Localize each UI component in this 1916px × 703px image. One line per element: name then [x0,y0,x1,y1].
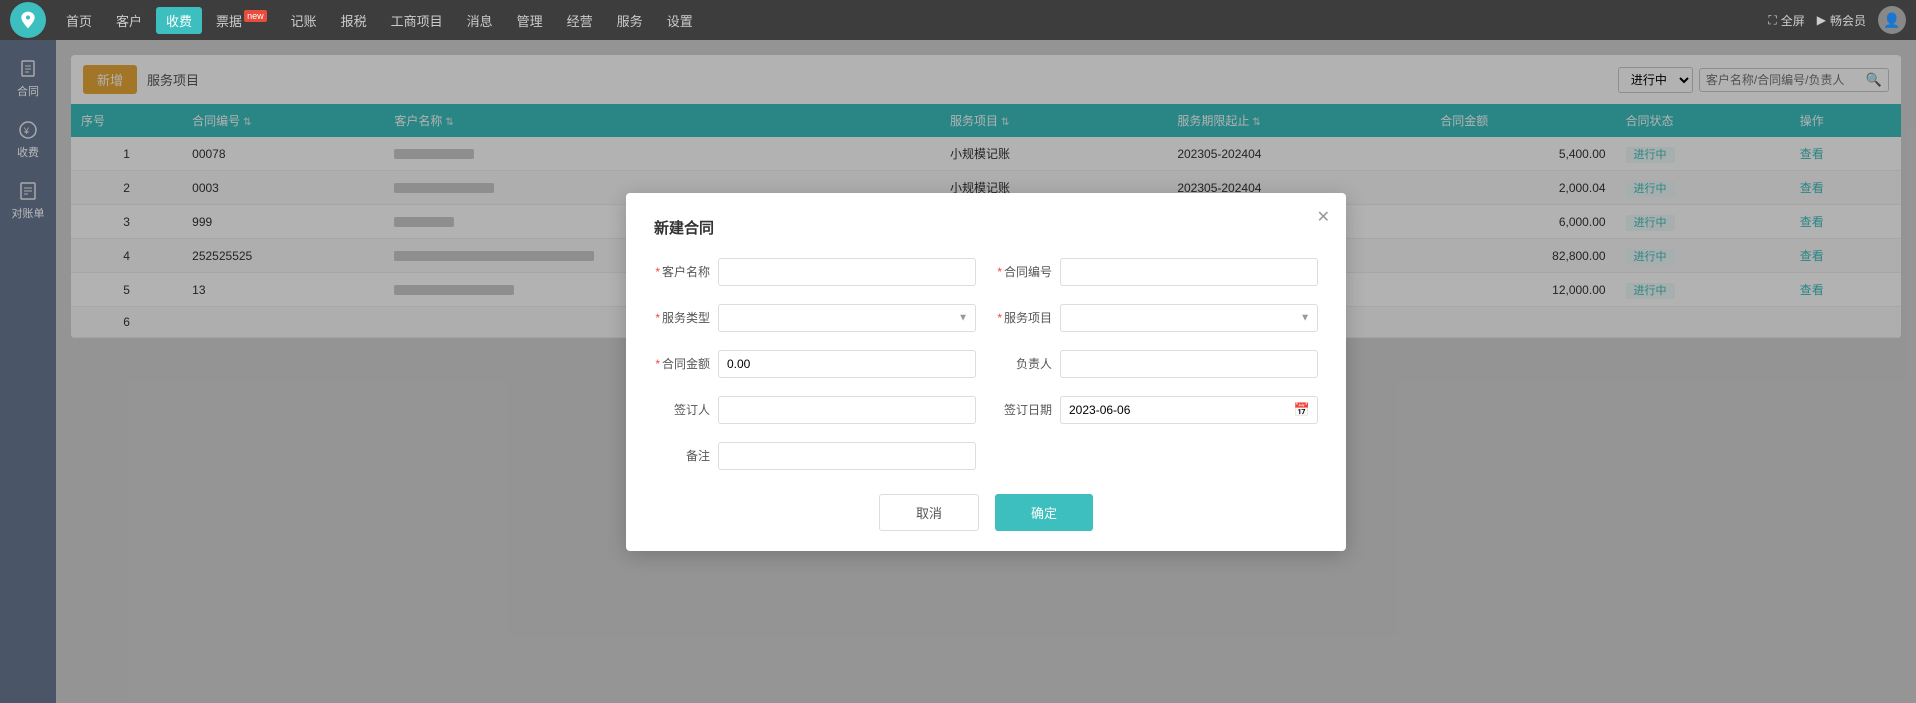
nav-account[interactable]: 记账 [281,7,327,34]
form-row-4: 签订人 签订日期 📅 [654,396,1318,424]
nav-settings[interactable]: 设置 [657,7,703,34]
sidebar: 合同 ¥ 收费 对账单 [0,40,56,703]
new-contract-modal: 新建合同 ✕ *客户名称 *合同编号 [626,193,1346,551]
sign-date-wrap: 📅 [1060,396,1318,424]
modal-footer: 取消 确定 [654,494,1318,531]
sidebar-billing-label: 收费 [17,144,39,160]
contract-no-input[interactable] [1060,258,1318,286]
service-item-label: *服务项目 [996,309,1052,326]
svg-text:¥: ¥ [23,126,30,136]
responsible-label: 负责人 [996,355,1052,372]
fullscreen-icon: ⛶ [1768,13,1776,28]
form-group-contract-no: *合同编号 [996,258,1318,286]
form-group-amount: *合同金额 [654,350,976,378]
contract-no-required: * [997,265,1002,279]
service-type-select[interactable] [718,304,976,332]
sidebar-item-statement[interactable]: 对账单 [3,172,53,229]
billing-icon: ¥ [17,119,39,141]
fullscreen-label: 全屏 [1781,12,1805,29]
amount-label: *合同金额 [654,355,710,372]
customer-label: *客户名称 [654,263,710,280]
form-row-3: *合同金额 负责人 [654,350,1318,378]
form-row-5: 备注 [654,442,1318,470]
nav-manage[interactable]: 管理 [507,7,553,34]
nav-invoice[interactable]: 收费 [156,7,202,34]
top-nav-right: ⛶ 全屏 ▶ 畅会员 👤 [1768,6,1906,34]
sidebar-contract-label: 合同 [17,83,39,99]
sign-date-input[interactable] [1060,396,1318,424]
form-group-service-type: *服务类型 ▼ [654,304,976,332]
service-type-select-wrap: ▼ [718,304,976,332]
main-layout: 合同 ¥ 收费 对账单 [0,40,1916,703]
nav-ticket[interactable]: 票据new [206,7,277,34]
confirm-button[interactable]: 确定 [995,494,1093,531]
sign-date-label: 签订日期 [996,401,1052,418]
customer-required: * [655,265,660,279]
amount-input[interactable] [718,350,976,378]
form-group-remark: 备注 [654,442,976,470]
statement-icon [17,180,39,202]
cancel-button[interactable]: 取消 [879,494,979,531]
service-type-label: *服务类型 [654,309,710,326]
form-row-2: *服务类型 ▼ *服务项目 [654,304,1318,332]
amount-required: * [655,357,660,371]
nav-operate[interactable]: 经营 [557,7,603,34]
form-group-signer: 签订人 [654,396,976,424]
modal-title: 新建合同 [654,217,1318,238]
service-item-required: * [997,311,1002,325]
member-button[interactable]: ▶ 畅会员 [1817,12,1866,29]
nav-customer[interactable]: 客户 [106,7,152,34]
fullscreen-button[interactable]: ⛶ 全屏 [1768,12,1804,29]
nav-home[interactable]: 首页 [56,7,102,34]
modal-overlay: 新建合同 ✕ *客户名称 *合同编号 [56,40,1916,703]
sidebar-item-billing[interactable]: ¥ 收费 [3,111,53,168]
new-badge: new [244,10,267,22]
sidebar-item-contract[interactable]: 合同 [3,50,53,107]
remark-input[interactable] [718,442,976,470]
service-item-select-wrap: ▼ [1060,304,1318,332]
service-item-select[interactable] [1060,304,1318,332]
nav-tax[interactable]: 报税 [331,7,377,34]
form-group-customer: *客户名称 [654,258,976,286]
form-group-sign-date: 签订日期 📅 [996,396,1318,424]
service-type-required: * [655,311,660,325]
calendar-icon[interactable]: 📅 [1294,402,1310,418]
remark-label: 备注 [654,447,710,464]
nav-business[interactable]: 工商项目 [381,7,453,34]
nav-service[interactable]: 服务 [607,7,653,34]
contract-no-label: *合同编号 [996,263,1052,280]
signer-label: 签订人 [654,401,710,418]
nav-message[interactable]: 消息 [457,7,503,34]
nav-items: 首页 客户 收费 票据new 记账 报税 工商项目 消息 管理 经营 服务 设置 [56,7,1768,34]
avatar[interactable]: 👤 [1878,6,1906,34]
form-group-service-item: *服务项目 ▼ [996,304,1318,332]
member-label: 畅会员 [1830,12,1866,29]
contract-icon [17,58,39,80]
form-row-1: *客户名称 *合同编号 [654,258,1318,286]
customer-name-input[interactable] [718,258,976,286]
modal-close-button[interactable]: ✕ [1317,207,1330,227]
app-logo[interactable] [10,2,46,38]
top-nav: 首页 客户 收费 票据new 记账 报税 工商项目 消息 管理 经营 服务 设置… [0,0,1916,40]
content-area: 新增 服务项目 进行中 已完成 已终止 全部 🔍 [56,40,1916,703]
signer-input[interactable] [718,396,976,424]
form-group-responsible: 负责人 [996,350,1318,378]
responsible-input[interactable] [1060,350,1318,378]
member-icon: ▶ [1817,13,1826,27]
sidebar-statement-label: 对账单 [12,205,45,221]
